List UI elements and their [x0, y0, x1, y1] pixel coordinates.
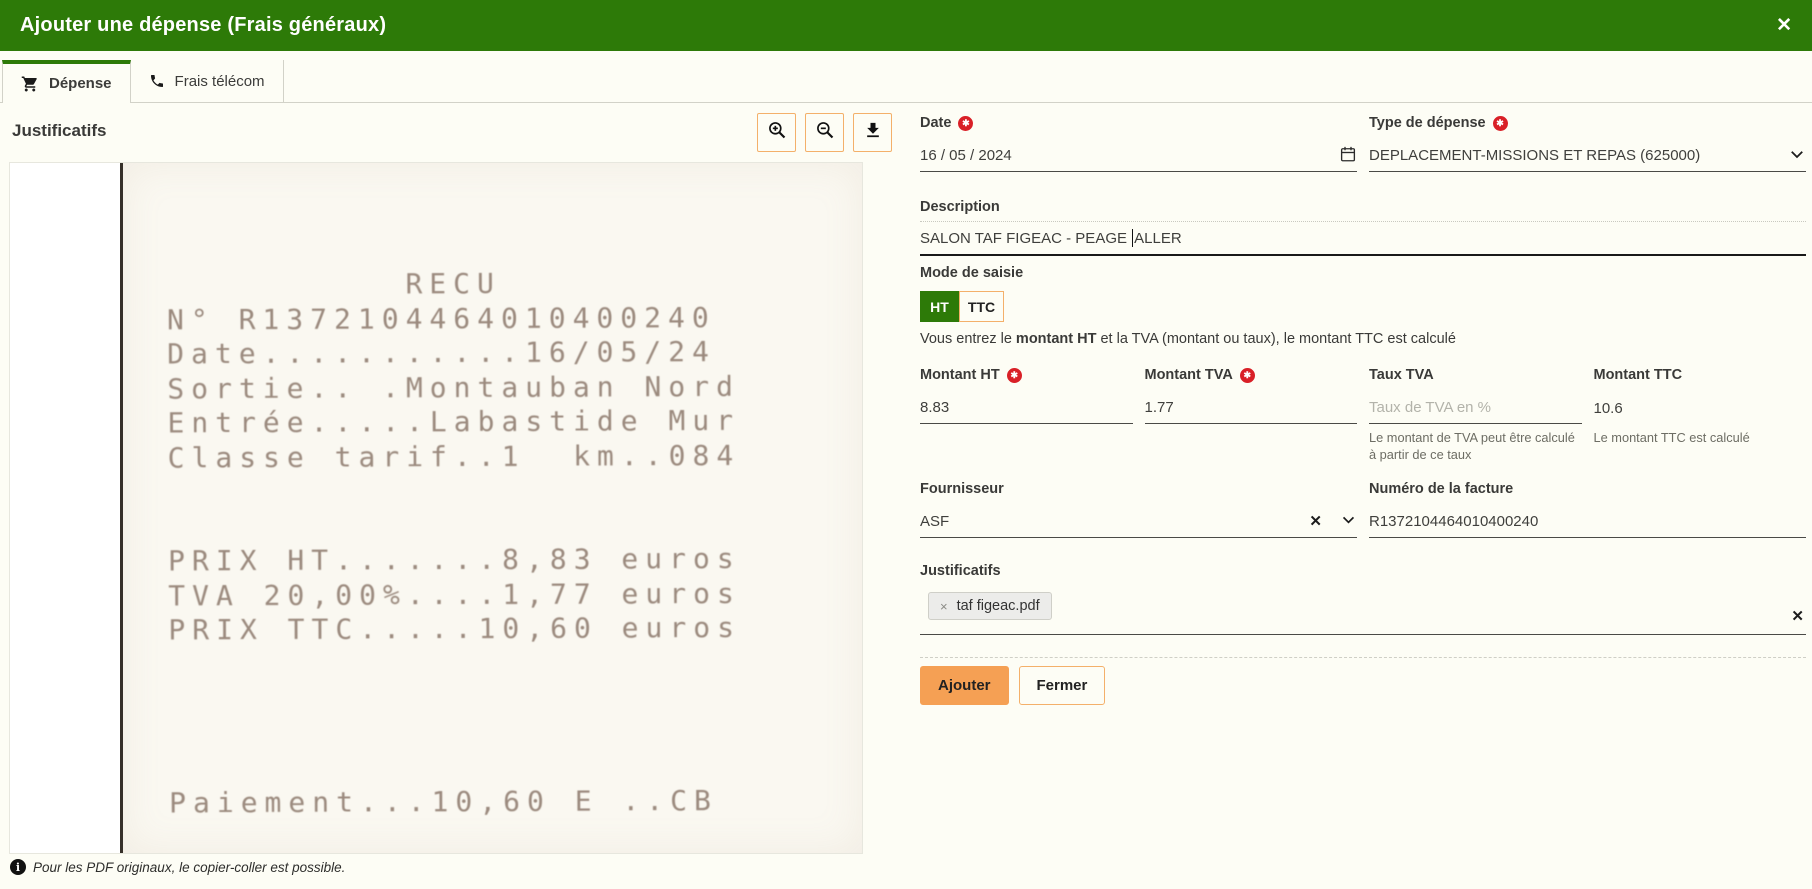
supplier-clear-icon[interactable]: ✕ [1309, 514, 1322, 529]
form-actions: Ajouter Fermer [920, 666, 1106, 705]
invoice-number-input[interactable] [1369, 513, 1806, 530]
calendar-icon[interactable] [1339, 145, 1357, 167]
zoom-out-button[interactable] [805, 113, 844, 152]
cart-icon [21, 75, 39, 93]
amount-ht-label: Montant HT ✱ [920, 364, 1133, 386]
zoom-in-button[interactable] [757, 113, 796, 152]
amount-tva-label: Montant TVA ✱ [1145, 364, 1358, 386]
dashed-divider [920, 657, 1806, 658]
modal-title: Ajouter une dépense (Frais généraux) [20, 14, 387, 36]
chevron-down-icon[interactable] [1340, 511, 1357, 532]
chevron-down-icon[interactable] [1788, 145, 1806, 167]
attachments-field[interactable]: × taf figeac.pdf ✕ [920, 590, 1806, 635]
date-input[interactable] [920, 147, 1325, 164]
expense-form: Date ✱ Type de dépense ✱ [920, 0, 1806, 889]
expense-type-label: Type de dépense ✱ [1369, 112, 1806, 134]
supplier-label: Fournisseur [920, 481, 1004, 497]
viewer-toolbar [757, 113, 892, 152]
description-input[interactable]: SALON TAF FIGEAC - PEAGE ALLER [920, 222, 1806, 256]
scan-edge [120, 163, 123, 853]
tab-depense[interactable]: Dépense [2, 60, 131, 103]
zoom-in-icon [767, 120, 787, 145]
date-label: Date ✱ [920, 112, 1357, 134]
expense-type-select[interactable]: DEPLACEMENT-MISSIONS ET REPAS (625000) [1369, 140, 1806, 172]
entry-mode-group: Mode de saisie HT TTC [920, 262, 1806, 322]
taux-tva-field-group: Taux TVA Le montant de TVA peut être cal… [1369, 364, 1582, 464]
invoice-number-label: Numéro de la facture [1369, 481, 1514, 497]
description-value-after: ALLER [1134, 229, 1182, 247]
toggle-ttc-button[interactable]: TTC [959, 291, 1004, 322]
chip-remove-icon[interactable]: × [940, 599, 948, 614]
supplier-field-group: Fournisseur ✕ [920, 478, 1357, 538]
amount-tva-input[interactable] [1144, 399, 1357, 416]
taux-tva-input[interactable] [1369, 399, 1582, 416]
receipt-viewer: RECU N° R1372104464010400240 Date.......… [9, 162, 863, 854]
amount-ht-input[interactable] [920, 399, 1133, 416]
amount-ttc-field-group: Montant TTC 10.6 Le montant TTC est calc… [1594, 364, 1807, 464]
required-badge: ✱ [958, 115, 974, 131]
zoom-out-icon [815, 120, 835, 145]
attachments-label: Justificatifs [920, 563, 1001, 579]
add-button[interactable]: Ajouter [920, 666, 1009, 705]
amount-ttc-label: Montant TTC [1593, 367, 1683, 383]
supplier-select[interactable]: ✕ [920, 506, 1357, 538]
tab-frais-telecom-label: Frais télécom [174, 72, 265, 90]
receipt-scan-text: RECU N° R1372104464010400240 Date.......… [166, 266, 742, 819]
required-badge: ✱ [1006, 367, 1022, 383]
toggle-ht-button[interactable]: HT [920, 291, 959, 322]
info-icon: i [10, 859, 26, 875]
viewer-footer-note-text: Pour les PDF originaux, le copier-coller… [33, 859, 346, 875]
description-label: Description [920, 199, 1000, 215]
attachments-clear-icon[interactable]: ✕ [1791, 609, 1804, 624]
viewer-heading: Justificatifs [12, 121, 107, 140]
entry-mode-label: Mode de saisie [920, 265, 1024, 281]
text-cursor [1132, 229, 1134, 247]
amount-tva-field-group: Montant TVA ✱ [1144, 364, 1358, 464]
close-button[interactable]: Fermer [1018, 666, 1106, 705]
phone-icon [149, 73, 165, 89]
taux-tva-help: Le montant de TVA peut être calculé à pa… [1369, 430, 1575, 463]
description-value-before: SALON TAF FIGEAC - PEAGE [920, 229, 1132, 247]
expense-type-field-group: Type de dépense ✱ DEPLACEMENT-MISSIONS E… [1369, 112, 1806, 172]
attachments-field-group: Justificatifs × taf figeac.pdf ✕ [920, 560, 1806, 635]
expense-type-value: DEPLACEMENT-MISSIONS ET REPAS (625000) [1369, 147, 1701, 164]
amount-ttc-help: Le montant TTC est calculé [1593, 430, 1750, 445]
download-button[interactable] [853, 113, 892, 152]
attachment-file-name: taf figeac.pdf [956, 598, 1040, 614]
tab-frais-telecom[interactable]: Frais télécom [131, 60, 284, 102]
download-icon [863, 120, 883, 145]
amount-ttc-value: 10.6 [1593, 399, 1623, 417]
taux-tva-label: Taux TVA [1369, 367, 1434, 383]
viewer-footer-note: i Pour les PDF originaux, le copier-coll… [10, 859, 345, 875]
required-badge: ✱ [1492, 115, 1508, 131]
entry-mode-hint: Vous entrez le montant HT et la TVA (mon… [920, 331, 1456, 347]
expense-modal: Ajouter une dépense (Frais généraux) ✕ D… [0, 0, 1812, 889]
required-badge: ✱ [1239, 367, 1255, 383]
amount-ht-field-group: Montant HT ✱ [920, 364, 1133, 464]
description-field-group: Description SALON TAF FIGEAC - PEAGE ALL… [920, 196, 1806, 256]
supplier-input[interactable] [920, 513, 1296, 530]
date-field-group: Date ✱ [920, 112, 1357, 172]
attachment-chip[interactable]: × taf figeac.pdf [928, 592, 1052, 620]
invoice-number-field-group: Numéro de la facture [1369, 478, 1806, 538]
entry-mode-toggle: HT TTC [920, 291, 1806, 322]
tab-depense-label: Dépense [49, 75, 112, 92]
